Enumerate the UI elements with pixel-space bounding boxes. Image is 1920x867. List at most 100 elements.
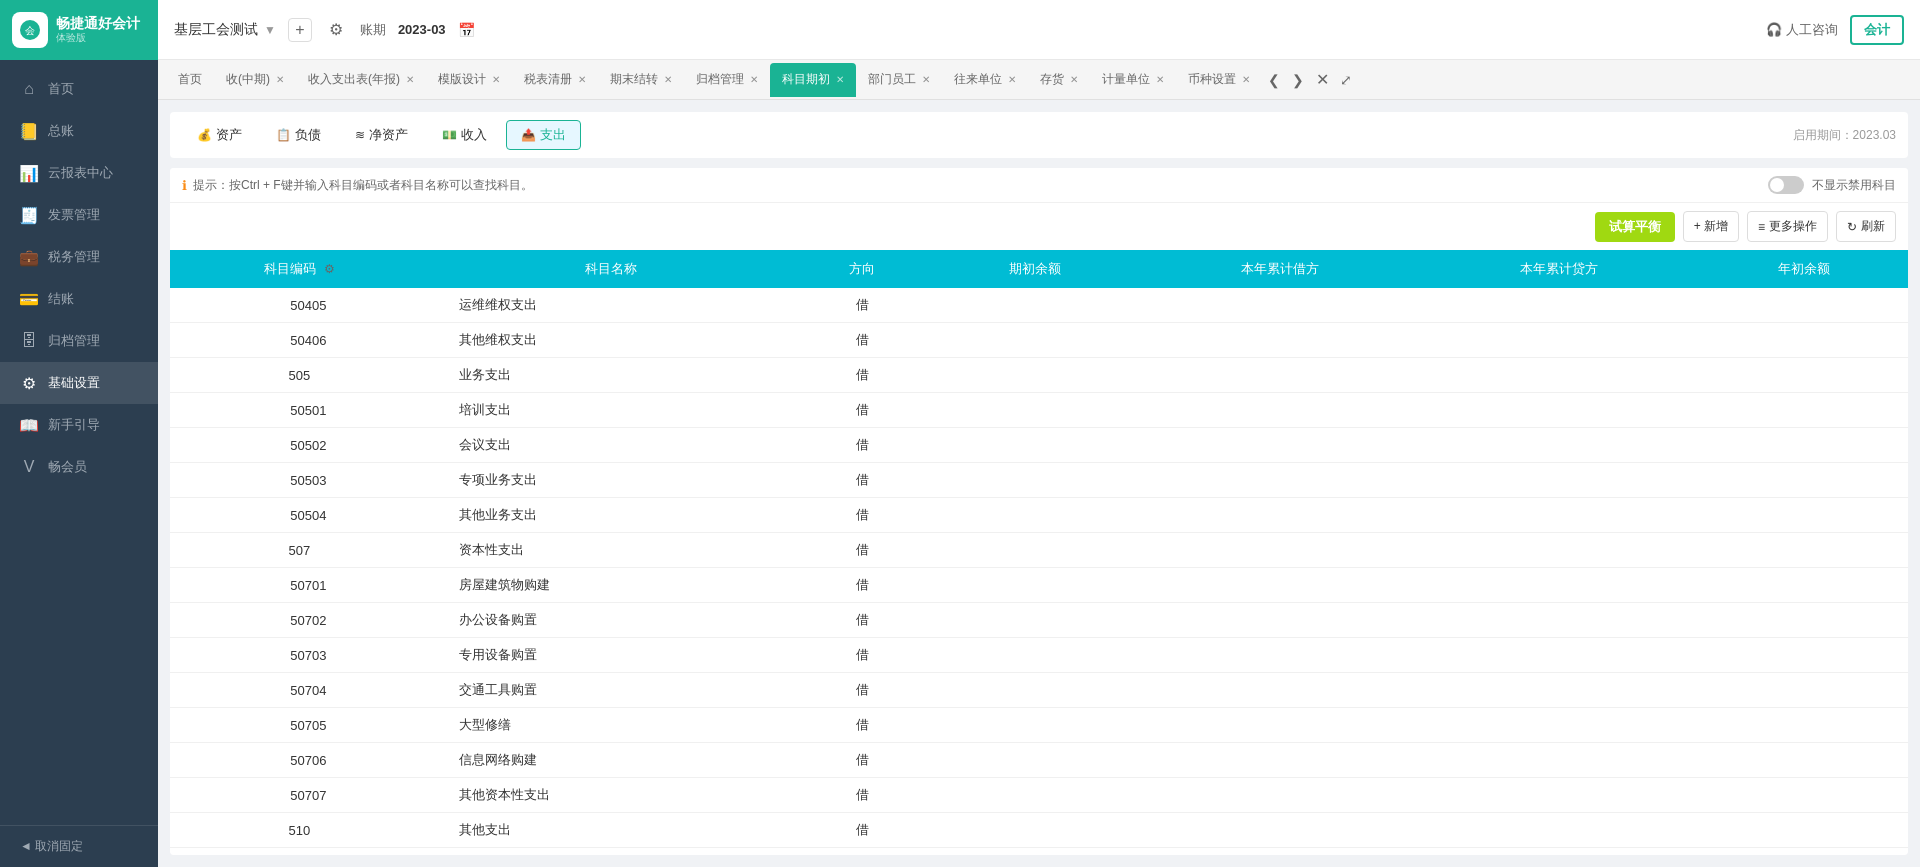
tab-close-dept[interactable]: ✕ [922,74,930,85]
tab-next-button[interactable]: ❯ [1286,68,1310,92]
sidebar-item-archive[interactable]: 🗄归档管理 [0,320,158,362]
table-header-1: 科目名称 [429,250,794,288]
tab-close-period_end[interactable]: ✕ [664,74,672,85]
tab-home[interactable]: 首页 [166,63,214,97]
table-row[interactable]: 50706 信息网络购建 借 [170,743,1908,778]
cell-opening-0 [931,288,1140,323]
sidebar-item-invoice[interactable]: 🧾发票管理 [0,194,158,236]
tab-expand-button[interactable]: ⤢ [1334,68,1358,92]
table-row[interactable]: 510 其他支出 借 [170,813,1908,848]
more-button[interactable]: ≡ 更多操作 [1747,211,1828,242]
sidebar-item-settings[interactable]: ⚙基础设置 [0,362,158,404]
sidebar-item-settle[interactable]: 💳结账 [0,278,158,320]
tab-template[interactable]: 模版设计✕ [426,63,512,97]
cell-code-4: 50502 [170,428,429,463]
sub-tab-asset[interactable]: 💰资产 [182,120,257,150]
table-row[interactable]: 50702 办公设备购置 借 [170,603,1908,638]
table-row[interactable]: 50502 会议支出 借 [170,428,1908,463]
tab-close-currency[interactable]: ✕ [1242,74,1250,85]
tab-label-income: 收入支出表(年报) [308,71,400,88]
settings-icon[interactable]: ⚙ [324,18,348,42]
table-row[interactable]: 50406 其他维权支出 借 [170,323,1908,358]
sidebar-item-guide[interactable]: 📖新手引导 [0,404,158,446]
sub-tab-label-liability: 负债 [295,126,321,144]
table-row[interactable]: 50703 专用设备购置 借 [170,638,1908,673]
tax-icon: 💼 [20,248,38,266]
table-row[interactable]: 50707 其他资本性支出 借 [170,778,1908,813]
table-row[interactable]: 505 业务支出 借 [170,358,1908,393]
cell-name-0: 运维维权支出 [429,288,794,323]
sidebar-item-member[interactable]: V畅会员 [0,446,158,488]
sidebar-item-tax[interactable]: 💼税务管理 [0,236,158,278]
sub-tab-income[interactable]: 💵收入 [427,120,502,150]
cell-opening-7 [931,533,1140,568]
main-area: 基层工会测试 ▼ + ⚙ 账期 2023-03 📅 🎧 人工咨询 会计 首页收(… [158,0,1920,867]
tab-currency[interactable]: 币种设置✕ [1176,63,1262,97]
sidebar-item-report[interactable]: 📊云报表中心 [0,152,158,194]
add-button[interactable]: + 新增 [1683,211,1739,242]
tab-tax[interactable]: 税表清册✕ [512,63,598,97]
tab-period_end[interactable]: 期末结转✕ [598,63,684,97]
tab-close-all-button[interactable]: ✕ [1310,68,1334,92]
add-project-button[interactable]: + [288,18,312,42]
table-row[interactable]: 50405 运维维权支出 借 [170,288,1908,323]
table-row[interactable]: 507 资本性支出 借 [170,533,1908,568]
cell-code-1: 50406 [170,323,429,358]
cell-direction-2: 借 [794,358,931,393]
tab-close-archive[interactable]: ✕ [750,74,758,85]
cell-opening-8 [931,568,1140,603]
cell-direction-9: 借 [794,603,931,638]
hint-icon: ℹ [182,178,187,193]
table-row[interactable]: 50501 培训支出 借 [170,393,1908,428]
sub-tab-liability[interactable]: 📋负债 [261,120,336,150]
tab-interim[interactable]: 收(中期)✕ [214,63,296,97]
cell-direction-10: 借 [794,638,931,673]
calendar-icon[interactable]: 📅 [458,22,475,38]
sub-tab-icon-expense: 📤 [521,128,536,142]
tab-close-counterpart[interactable]: ✕ [1008,74,1016,85]
guide-label: 新手引导 [48,416,100,434]
cell-ytd-debit-12 [1140,708,1420,743]
cell-opening-9 [931,603,1140,638]
tab-archive[interactable]: 归档管理✕ [684,63,770,97]
support-button[interactable]: 🎧 人工咨询 [1766,21,1838,39]
tab-counterpart[interactable]: 往来单位✕ [942,63,1028,97]
toggle-disabled-subjects[interactable] [1768,176,1804,194]
sidebar-item-home[interactable]: ⌂首页 [0,68,158,110]
cell-opening-11 [931,673,1140,708]
more-label: 更多操作 [1769,218,1817,235]
sidebar-cancel-pin[interactable]: ◄ 取消固定 [0,825,158,867]
sidebar-item-ledger[interactable]: 📒总账 [0,110,158,152]
ledger-icon: 📒 [20,122,38,140]
tab-income[interactable]: 收入支出表(年报) ✕ [296,63,426,97]
tab-dept[interactable]: 部门员工✕ [856,63,942,97]
cell-ytd-debit-15 [1140,813,1420,848]
table-row[interactable]: 50701 房屋建筑物购建 借 [170,568,1908,603]
table-row[interactable]: 50704 交通工具购置 借 [170,673,1908,708]
tab-close-tax[interactable]: ✕ [578,74,586,85]
sub-tab-expense[interactable]: 📤支出 [506,120,581,150]
cell-code-0: 50405 [170,288,429,323]
cell-opening-4 [931,428,1140,463]
table-row[interactable]: 50503 专项业务支出 借 [170,463,1908,498]
tab-close-interim[interactable]: ✕ [276,74,284,85]
tab-close-subject_init[interactable]: ✕ [836,74,844,85]
column-settings-icon[interactable]: ⚙ [320,262,334,276]
sub-tab-bar: 💰资产📋负债≋净资产💵收入📤支出启用期间：2023.03 [170,112,1908,158]
tab-close-template[interactable]: ✕ [492,74,500,85]
refresh-button[interactable]: ↻ 刷新 [1836,211,1896,242]
sub-tab-net_asset[interactable]: ≋净资产 [340,120,423,150]
tab-close-inventory[interactable]: ✕ [1070,74,1078,85]
tab-close-unit[interactable]: ✕ [1156,74,1164,85]
tab-unit[interactable]: 计量单位✕ [1090,63,1176,97]
tab-inventory[interactable]: 存货✕ [1028,63,1090,97]
table-row[interactable]: 50504 其他业务支出 借 [170,498,1908,533]
project-dropdown-icon[interactable]: ▼ [264,23,276,37]
tab-prev-button[interactable]: ❮ [1262,68,1286,92]
tab-subject_init[interactable]: 科目期初✕ [770,63,856,97]
tab-close-income[interactable]: ✕ [406,74,414,85]
table-row[interactable]: 50705 大型修缮 借 [170,708,1908,743]
sidebar-nav: ⌂首页📒总账📊云报表中心🧾发票管理💼税务管理💳结账🗄归档管理⚙基础设置📖新手引导… [0,60,158,825]
account-button[interactable]: 会计 [1850,15,1904,45]
balance-button[interactable]: 试算平衡 [1595,212,1675,242]
